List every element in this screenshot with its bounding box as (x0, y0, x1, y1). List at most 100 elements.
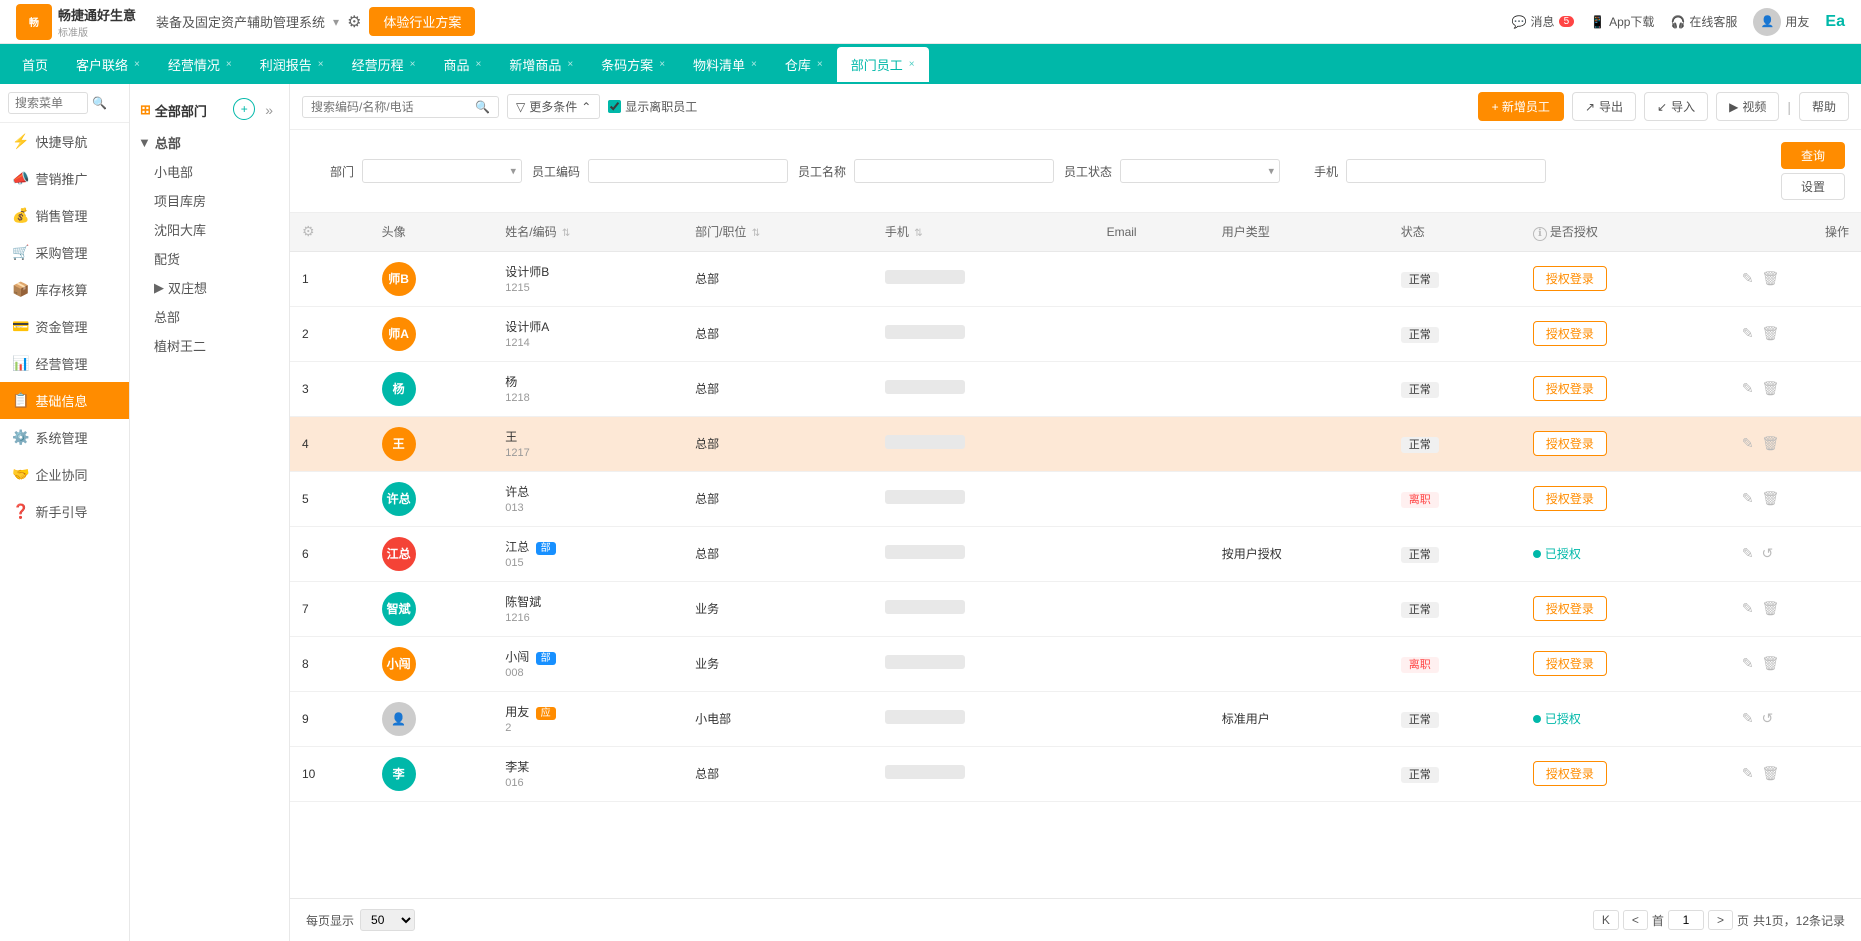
close-icon[interactable]: × (318, 59, 324, 70)
sidebar-search-input[interactable] (8, 92, 88, 114)
edit-icon[interactable]: ✎ (1742, 655, 1754, 672)
dept-tree-add-btn[interactable]: + (233, 98, 255, 120)
page-size-select[interactable]: 50 100 (360, 909, 415, 931)
export-button[interactable]: ↗ 导出 (1572, 92, 1636, 121)
delete-icon[interactable]: 🗑 (1762, 380, 1780, 397)
auth-login-button[interactable]: 授权登录 (1533, 431, 1607, 456)
status-select[interactable] (1120, 159, 1280, 183)
sidebar-item-quick-nav[interactable]: ⚡ 快捷导航 (0, 123, 129, 160)
edit-icon[interactable]: ✎ (1742, 270, 1754, 287)
tree-item-root[interactable]: ▼ 总部 (130, 128, 289, 157)
auth-login-button[interactable]: 授权登录 (1533, 651, 1607, 676)
tab-warehouse[interactable]: 仓库 × (771, 47, 837, 82)
app-download-button[interactable]: 📱 App下载 (1590, 13, 1654, 30)
tab-new-goods[interactable]: 新增商品 × (495, 47, 587, 82)
close-icon[interactable]: × (567, 59, 573, 70)
online-service-button[interactable]: 🎧 在线客服 (1670, 13, 1737, 30)
sidebar-item-collaboration[interactable]: 🤝 企业协同 (0, 456, 129, 493)
sort-icon[interactable]: ⇅ (752, 228, 760, 239)
sidebar-item-finance[interactable]: 💳 资金管理 (0, 308, 129, 345)
tree-item-zongbu[interactable]: 总部 (130, 302, 289, 331)
sidebar-item-guide[interactable]: ❓ 新手引导 (0, 493, 129, 530)
edit-icon[interactable]: ✎ (1742, 325, 1754, 342)
auth-login-button[interactable]: 授权登录 (1533, 376, 1607, 401)
user-menu[interactable]: 👤 用友 (1753, 8, 1809, 36)
edit-icon[interactable]: ✎ (1742, 490, 1754, 507)
next-page-button[interactable]: > (1708, 910, 1733, 930)
sidebar-item-system[interactable]: ⚙️ 系统管理 (0, 419, 129, 456)
sidebar-item-marketing[interactable]: 📣 营销推广 (0, 160, 129, 197)
show-resigned-checkbox[interactable] (608, 100, 621, 113)
sidebar-item-sales[interactable]: 💰 销售管理 (0, 197, 129, 234)
tree-item-xiaodian[interactable]: 小电部 (130, 157, 289, 186)
tab-barcode[interactable]: 条码方案 × (587, 47, 679, 82)
page-input[interactable] (1668, 910, 1704, 930)
tab-operation-history[interactable]: 经营历程 × (338, 47, 430, 82)
tree-item-zhishu[interactable]: 植树王二 (130, 331, 289, 360)
more-conditions-btn[interactable]: ▽ 更多条件 ⌃ (507, 94, 600, 119)
tab-profit-report[interactable]: 利润报告 × (246, 47, 338, 82)
edit-icon[interactable]: ✎ (1742, 710, 1754, 727)
show-resigned-label[interactable]: 显示离职员工 (608, 98, 697, 115)
close-icon[interactable]: × (134, 59, 140, 70)
delete-icon[interactable]: 🗑 (1762, 325, 1780, 342)
close-icon[interactable]: × (226, 59, 232, 70)
edit-icon[interactable]: ✎ (1742, 380, 1754, 397)
delete-icon[interactable]: 🗑 (1762, 600, 1780, 617)
delete-icon[interactable]: 🗑 (1762, 490, 1780, 507)
edit-icon[interactable]: ✎ (1742, 765, 1754, 782)
prev-page-button[interactable]: < (1623, 910, 1648, 930)
tab-home[interactable]: 首页 (8, 47, 62, 82)
auth-login-button[interactable]: 授权登录 (1533, 761, 1607, 786)
dept-tree-collapse-btn[interactable]: » (259, 98, 279, 122)
search-button[interactable]: 查询 (1781, 142, 1845, 169)
tree-item-shenyang[interactable]: 沈阳大库 (130, 215, 289, 244)
sidebar-item-purchase[interactable]: 🛒 采购管理 (0, 234, 129, 271)
dept-select[interactable] (362, 159, 522, 183)
sort-icon[interactable]: ⇅ (562, 228, 570, 239)
close-icon[interactable]: × (410, 59, 416, 70)
auth-login-button[interactable]: 授权登录 (1533, 266, 1607, 291)
edit-icon[interactable]: ✎ (1742, 435, 1754, 452)
tab-goods[interactable]: 商品 × (429, 47, 495, 82)
delete-icon[interactable]: 🗑 (1762, 765, 1780, 782)
close-icon-active[interactable]: × (909, 59, 915, 70)
close-icon[interactable]: × (659, 59, 665, 70)
sidebar-item-operation[interactable]: 📊 经营管理 (0, 345, 129, 382)
tab-customer[interactable]: 客户联络 × (62, 47, 154, 82)
emp-code-input[interactable] (588, 159, 788, 183)
tree-item-shuangzhuang[interactable]: ▶ 双庄想 (130, 273, 289, 302)
messages-button[interactable]: 💬 消息 5 (1512, 13, 1575, 30)
close-icon[interactable]: × (475, 59, 481, 70)
delete-icon[interactable]: 🗑 (1762, 270, 1780, 287)
video-button[interactable]: ▶ 视频 (1716, 92, 1779, 121)
trial-button[interactable]: 体验行业方案 (369, 7, 475, 36)
auth-login-button[interactable]: 授权登录 (1533, 321, 1607, 346)
phone-input[interactable] (1346, 159, 1546, 183)
help-button[interactable]: 帮助 (1799, 92, 1849, 121)
sidebar-item-basic-info[interactable]: 📋 基础信息 (0, 382, 129, 419)
restore-icon[interactable]: ↺ (1762, 545, 1774, 562)
tab-bom[interactable]: 物料清单 × (679, 47, 771, 82)
edit-icon[interactable]: ✎ (1742, 600, 1754, 617)
import-button[interactable]: ↙ 导入 (1644, 92, 1708, 121)
close-icon[interactable]: × (817, 59, 823, 70)
tab-operation-status[interactable]: 经营情况 × (154, 47, 246, 82)
gear-icon[interactable]: ⚙ (347, 12, 361, 32)
auth-login-button[interactable]: 授权登录 (1533, 596, 1607, 621)
delete-icon[interactable]: 🗑 (1762, 655, 1780, 672)
reset-button[interactable]: 设置 (1781, 173, 1845, 200)
employee-search-input[interactable] (311, 100, 471, 114)
add-employee-button[interactable]: + 新增员工 (1478, 92, 1564, 121)
first-page-button[interactable]: K (1593, 910, 1619, 930)
settings-col-icon[interactable]: ⚙ (302, 223, 315, 239)
sidebar-item-inventory[interactable]: 📦 库存核算 (0, 271, 129, 308)
emp-name-input[interactable] (854, 159, 1054, 183)
sys-title-dropdown-icon[interactable]: ▾ (333, 15, 339, 29)
close-icon[interactable]: × (751, 59, 757, 70)
restore-icon[interactable]: ↺ (1762, 710, 1774, 727)
sort-icon[interactable]: ⇅ (914, 228, 922, 239)
edit-icon[interactable]: ✎ (1742, 545, 1754, 562)
delete-icon[interactable]: 🗑 (1762, 435, 1780, 452)
tree-item-peihuo[interactable]: 配货 (130, 244, 289, 273)
